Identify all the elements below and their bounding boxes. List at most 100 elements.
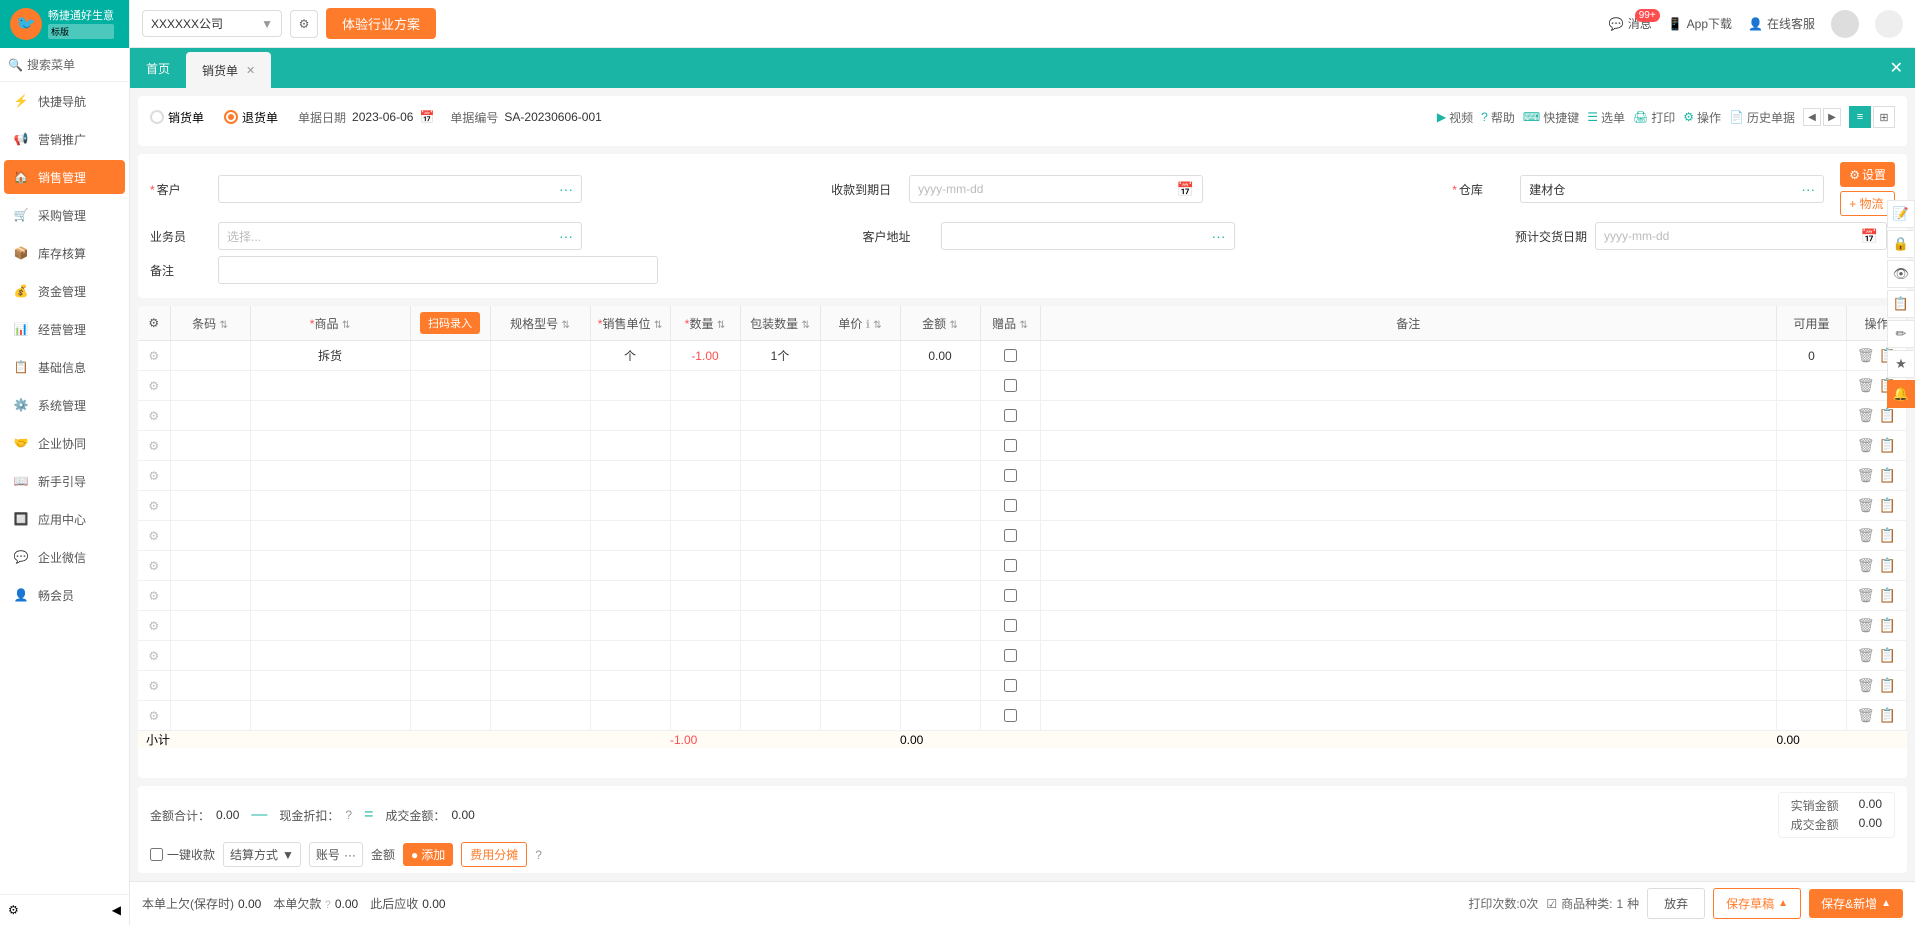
quick-pay-checkbox[interactable] [150,848,163,861]
cell-unit[interactable] [590,371,670,401]
quick-pay-check[interactable]: 一键收款 [150,846,215,863]
delete-row-btn[interactable]: 🗑 [1857,527,1875,544]
cell-gift[interactable] [980,341,1040,371]
cell-unit[interactable] [590,671,670,701]
cell-amount[interactable] [900,401,980,431]
cell-price[interactable] [820,431,900,461]
cell-pkgqty[interactable] [740,401,820,431]
expense-help-icon[interactable]: ? [535,848,542,862]
cell-price[interactable] [820,491,900,521]
delete-row-btn[interactable]: 🗑 [1857,587,1875,604]
prev-arrow[interactable]: ◀ [1803,108,1821,126]
float-btn-3[interactable]: 👁 [1887,260,1915,288]
cell-price[interactable] [820,521,900,551]
delete-row-btn[interactable]: 🗑 [1857,647,1875,664]
delete-row-btn[interactable]: 🗑 [1857,557,1875,574]
float-btn-6[interactable]: ★ [1887,350,1915,378]
remark-input[interactable] [218,256,658,284]
copy-row-btn[interactable]: 📋 [1879,647,1896,664]
cell-gear[interactable]: ⚙ [138,551,170,581]
cell-gift[interactable] [980,491,1040,521]
cell-product[interactable] [250,551,410,581]
radio-sales[interactable]: 销货单 [150,109,204,126]
operations-btn[interactable]: ⚙ 操作 [1683,109,1721,126]
settings-side-btn[interactable]: ⚙ 设置 [1840,162,1895,187]
gift-checkbox[interactable] [1004,469,1017,482]
tab-home[interactable]: 首页 [130,48,186,88]
sidebar-settings-icon[interactable]: ⚙ [8,903,19,917]
cell-unit[interactable]: 个 [590,341,670,371]
cell-gift[interactable] [980,401,1040,431]
cell-spec[interactable] [490,641,590,671]
cell-price[interactable] [820,341,900,371]
cell-qty[interactable] [670,521,740,551]
cell-amount[interactable] [900,701,980,731]
salesperson-input[interactable]: 选择... ··· [218,222,582,250]
copy-row-btn[interactable]: 📋 [1879,557,1896,574]
float-btn-1[interactable]: 📝 [1887,200,1915,228]
cell-barcode[interactable] [170,371,250,401]
cell-remark[interactable] [1040,521,1777,551]
cell-amount[interactable] [900,581,980,611]
cell-barcode[interactable] [170,641,250,671]
delete-row-btn[interactable]: 🗑 [1857,497,1875,514]
app-download-button[interactable]: 📱 App下载 [1668,15,1732,32]
cell-spec[interactable] [490,491,590,521]
cell-spec[interactable] [490,551,590,581]
cell-unit[interactable] [590,581,670,611]
cell-pkgqty[interactable]: 1个 [740,341,820,371]
cell-unit[interactable] [590,641,670,671]
cell-gift[interactable] [980,611,1040,641]
gift-checkbox[interactable] [1004,379,1017,392]
avatar[interactable] [1831,10,1859,38]
cell-unit[interactable] [590,461,670,491]
sidebar-item-marketing[interactable]: 📢 营销推广 [0,120,129,158]
settings-button[interactable]: ⚙ [290,10,318,38]
cell-gift[interactable] [980,701,1040,731]
gift-checkbox[interactable] [1004,409,1017,422]
cell-gift[interactable] [980,521,1040,551]
cell-pkgqty[interactable] [740,431,820,461]
copy-row-btn[interactable]: 📋 [1879,587,1896,604]
cell-qty[interactable] [670,641,740,671]
cell-qty[interactable] [670,491,740,521]
float-btn-2[interactable]: 🔒 [1887,230,1915,258]
cell-barcode[interactable] [170,581,250,611]
cell-pkgqty[interactable] [740,551,820,581]
float-btn-orange[interactable]: 🔔 [1887,380,1915,408]
cell-unit[interactable] [590,521,670,551]
cell-amount[interactable] [900,671,980,701]
cell-amount[interactable] [900,551,980,581]
cell-barcode[interactable] [170,461,250,491]
cell-pkgqty[interactable] [740,611,820,641]
cell-remark[interactable] [1040,581,1777,611]
cell-barcode[interactable] [170,551,250,581]
gift-checkbox[interactable] [1004,709,1017,722]
company-select[interactable]: XXXXXX公司 ▼ [142,10,282,37]
sidebar-item-sales-mgmt[interactable]: 🏠 销售管理 [4,160,125,194]
cell-barcode[interactable] [170,431,250,461]
shortcuts-btn[interactable]: ⌨ 快捷键 [1523,109,1579,126]
cell-remark[interactable] [1040,701,1777,731]
sidebar-item-quick-nav[interactable]: ⚡ 快捷导航 [0,82,129,120]
cell-pkgqty[interactable] [740,671,820,701]
gift-checkbox[interactable] [1004,679,1017,692]
cell-qty[interactable] [670,431,740,461]
delete-row-btn[interactable]: 🗑 [1857,377,1875,394]
cell-gear[interactable]: ⚙ [138,581,170,611]
customer-input[interactable]: ··· [218,175,582,203]
cell-remark[interactable] [1040,491,1777,521]
cell-spec[interactable] [490,431,590,461]
cell-remark[interactable] [1040,431,1777,461]
cell-barcode[interactable] [170,491,250,521]
cell-barcode[interactable] [170,401,250,431]
cell-amount[interactable] [900,461,980,491]
copy-row-btn[interactable]: 📋 [1879,617,1896,634]
scan-btn[interactable]: 扫码录入 [420,312,480,334]
cell-price[interactable] [820,371,900,401]
tab-close-icon[interactable]: ✕ [246,64,255,77]
cell-amount[interactable] [900,431,980,461]
cell-price[interactable] [820,581,900,611]
gift-checkbox[interactable] [1004,529,1017,542]
cell-remark[interactable] [1040,461,1777,491]
